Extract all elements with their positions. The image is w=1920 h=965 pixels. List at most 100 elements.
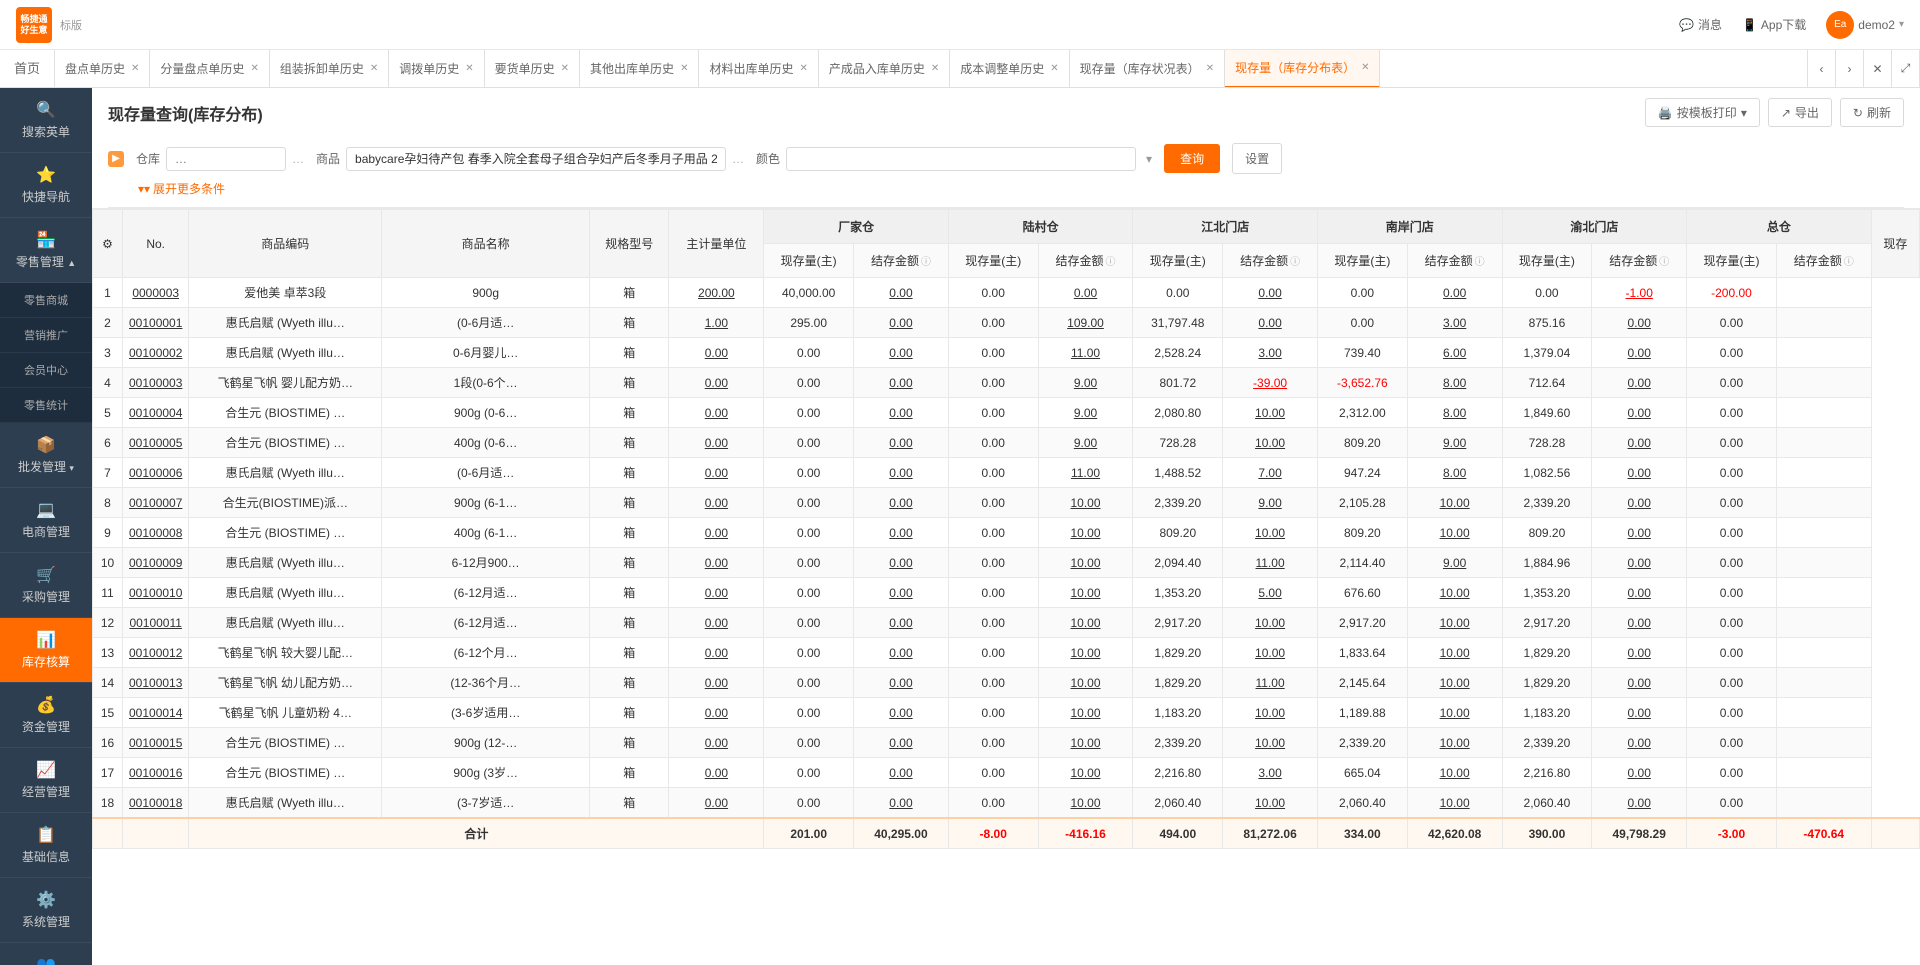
sidebar-item-ecommerce[interactable]: 💻 电商管理 — [0, 488, 92, 553]
table-cell[interactable]: 00100008 — [123, 518, 189, 548]
info-icon[interactable]: ⓘ — [1290, 257, 1300, 268]
table-cell[interactable]: 8.00 — [1407, 398, 1502, 428]
tab-yaohuo[interactable]: 要货单历史 ✕ — [485, 50, 580, 88]
table-cell[interactable]: 11.00 — [1223, 668, 1318, 698]
table-cell[interactable]: 0.00 — [669, 488, 764, 518]
table-cell[interactable]: 00100009 — [123, 548, 189, 578]
table-cell[interactable]: 0.00 — [669, 458, 764, 488]
table-cell[interactable]: 00100018 — [123, 788, 189, 819]
tab-fenpandian[interactable]: 分量盘点单历史 ✕ — [150, 50, 269, 88]
close-icon[interactable]: ✕ — [250, 50, 258, 88]
table-cell[interactable]: 10.00 — [1223, 638, 1318, 668]
table-cell[interactable]: 0.00 — [669, 608, 764, 638]
table-cell[interactable]: 10.00 — [1038, 698, 1133, 728]
tab-home[interactable]: 首页 — [0, 50, 55, 88]
tab-chengpin[interactable]: 产成品入库单历史 ✕ — [819, 50, 950, 88]
table-cell[interactable]: 10.00 — [1407, 668, 1502, 698]
color-input[interactable] — [786, 147, 1136, 171]
tab-diaob[interactable]: 调拨单历史 ✕ — [389, 50, 484, 88]
table-cell[interactable]: 0.00 — [669, 698, 764, 728]
table-cell[interactable]: 0.00 — [669, 518, 764, 548]
close-icon[interactable]: ✕ — [1206, 50, 1214, 88]
table-cell[interactable]: 10.00 — [1407, 608, 1502, 638]
table-cell[interactable]: 3.00 — [1223, 758, 1318, 788]
table-cell[interactable]: 10.00 — [1223, 398, 1318, 428]
table-cell[interactable]: 0.00 — [854, 488, 949, 518]
table-cell[interactable]: 0.00 — [854, 668, 949, 698]
info-icon[interactable]: ⓘ — [921, 257, 931, 268]
table-cell[interactable]: 9.00 — [1038, 428, 1133, 458]
table-cell[interactable]: 10.00 — [1223, 728, 1318, 758]
sidebar-item-member[interactable]: 会员中心 — [0, 353, 92, 388]
table-cell[interactable]: 11.00 — [1038, 458, 1133, 488]
sidebar-item-basicinfo[interactable]: 📋 基础信息 — [0, 813, 92, 878]
table-cell[interactable]: 0.00 — [854, 608, 949, 638]
table-cell[interactable]: 0.00 — [854, 458, 949, 488]
sidebar-item-marketing[interactable]: 营销推广 — [0, 318, 92, 353]
table-cell[interactable]: 00100004 — [123, 398, 189, 428]
table-cell[interactable]: 0.00 — [1592, 548, 1687, 578]
table-cell[interactable]: 11.00 — [1223, 548, 1318, 578]
tab-xiancun-status[interactable]: 现存量（库存状况表） ✕ — [1070, 50, 1225, 88]
expand-conditions-btn[interactable]: ▾▾ 展开更多条件 — [138, 180, 1904, 197]
table-cell[interactable]: 10.00 — [1038, 758, 1133, 788]
app-download-btn[interactable]: 📱 App下载 — [1742, 16, 1806, 33]
table-cell[interactable]: 0.00 — [854, 728, 949, 758]
table-cell[interactable]: 0.00 — [1592, 578, 1687, 608]
table-cell[interactable]: 0.00 — [854, 788, 949, 819]
table-cell[interactable]: 00100012 — [123, 638, 189, 668]
table-cell[interactable]: 0.00 — [1592, 518, 1687, 548]
table-cell[interactable]: 10.00 — [1038, 488, 1133, 518]
warehouse-input[interactable] — [166, 147, 286, 171]
table-cell[interactable]: 5.00 — [1223, 578, 1318, 608]
table-cell[interactable]: 00100003 — [123, 368, 189, 398]
table-cell[interactable]: 10.00 — [1038, 638, 1133, 668]
close-icon[interactable]: ✕ — [370, 50, 378, 88]
table-cell[interactable]: 10.00 — [1038, 608, 1133, 638]
table-cell[interactable]: 10.00 — [1407, 638, 1502, 668]
table-cell[interactable]: 0.00 — [1592, 728, 1687, 758]
table-cell[interactable]: 9.00 — [1407, 428, 1502, 458]
table-cell[interactable]: 00100010 — [123, 578, 189, 608]
sidebar-item-inventory[interactable]: 📊 库存核算 — [0, 618, 92, 683]
info-icon[interactable]: ⓘ — [1844, 257, 1854, 268]
close-icon[interactable]: ✕ — [1361, 50, 1369, 87]
close-icon[interactable]: ✕ — [1050, 50, 1058, 88]
print-btn[interactable]: 🖨️ 按模板打印 ▾ — [1645, 98, 1760, 127]
table-cell[interactable]: 0.00 — [854, 278, 949, 308]
table-cell[interactable]: 11.00 — [1038, 338, 1133, 368]
table-cell[interactable]: 00100005 — [123, 428, 189, 458]
table-cell[interactable]: 3.00 — [1407, 308, 1502, 338]
table-cell[interactable]: 0.00 — [854, 578, 949, 608]
table-cell[interactable]: 9.00 — [1223, 488, 1318, 518]
table-cell[interactable]: 0000003 — [123, 278, 189, 308]
table-cell[interactable]: 00100016 — [123, 758, 189, 788]
table-cell[interactable]: 10.00 — [1038, 578, 1133, 608]
close-icon[interactable]: ✕ — [465, 50, 473, 88]
export-btn[interactable]: ↗ 导出 — [1768, 98, 1832, 127]
search-btn[interactable]: 查询 — [1164, 144, 1220, 173]
table-cell[interactable]: 0.00 — [1592, 638, 1687, 668]
table-cell[interactable]: 10.00 — [1038, 788, 1133, 819]
table-cell[interactable]: 0.00 — [854, 338, 949, 368]
table-cell[interactable]: 0.00 — [1407, 278, 1502, 308]
table-cell[interactable]: 00100015 — [123, 728, 189, 758]
table-cell[interactable]: 00100002 — [123, 338, 189, 368]
table-cell[interactable]: 0.00 — [854, 368, 949, 398]
table-cell[interactable]: 0.00 — [1592, 338, 1687, 368]
table-cell[interactable]: 0.00 — [1592, 758, 1687, 788]
info-icon[interactable]: ⓘ — [1475, 257, 1485, 268]
table-cell[interactable]: 0.00 — [669, 638, 764, 668]
table-cell[interactable]: 9.00 — [1407, 548, 1502, 578]
table-cell[interactable]: 0.00 — [1223, 278, 1318, 308]
table-cell[interactable]: 10.00 — [1223, 428, 1318, 458]
close-icon[interactable]: ✕ — [931, 50, 939, 88]
table-cell[interactable]: 6.00 — [1407, 338, 1502, 368]
table-cell[interactable]: 0.00 — [1223, 308, 1318, 338]
table-cell[interactable]: 0.00 — [669, 578, 764, 608]
table-cell[interactable]: 9.00 — [1038, 368, 1133, 398]
table-cell[interactable]: 0.00 — [669, 788, 764, 819]
table-cell[interactable]: 0.00 — [669, 758, 764, 788]
info-icon[interactable]: ⓘ — [1659, 257, 1669, 268]
table-cell[interactable]: 0.00 — [1592, 428, 1687, 458]
